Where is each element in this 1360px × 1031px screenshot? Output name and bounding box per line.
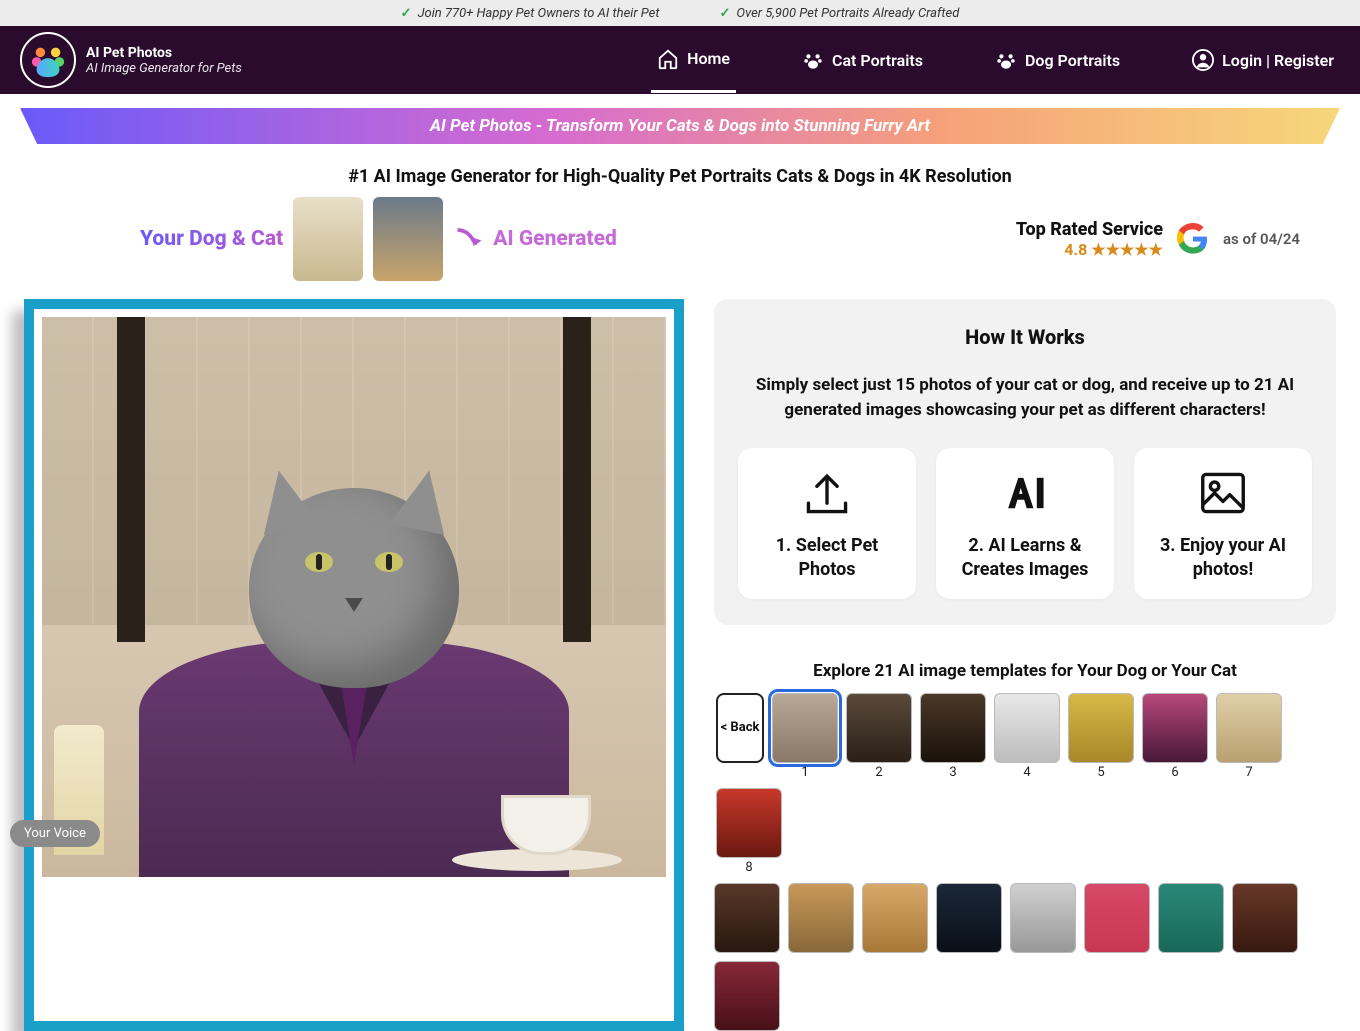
template-6[interactable]: 6 [1142, 693, 1208, 780]
rating-asof: as of 04/24 [1223, 230, 1300, 248]
sample-cat-thumb [373, 197, 443, 281]
preview-strip: Your Dog & Cat AI Generated [60, 197, 617, 281]
paw-icon [802, 49, 824, 71]
nav-cat-portraits[interactable]: Cat Portraits [796, 29, 929, 91]
brand-title: AI Pet Photos [86, 45, 242, 61]
template-16[interactable] [1232, 883, 1298, 953]
image-icon [1194, 515, 1252, 534]
hero-image-frame [24, 299, 684, 1031]
template-13[interactable] [1010, 883, 1076, 953]
checkmark-icon: ✓ [720, 6, 731, 21]
nav-home[interactable]: Home [651, 28, 736, 93]
brand[interactable]: AI Pet Photos AI Image Generator for Pet… [20, 32, 242, 88]
paw-icon [995, 49, 1017, 71]
template-5[interactable]: 5 [1068, 693, 1134, 780]
step-card-2: 2. AI Learns & Creates Images [936, 448, 1114, 599]
nav-dog-portraits[interactable]: Dog Portraits [989, 29, 1126, 91]
sample-dog-thumb [293, 197, 363, 281]
arrow-right-icon [453, 221, 483, 257]
template-2[interactable]: 2 [846, 693, 912, 780]
ai-generated-label: AI Generated [493, 227, 617, 251]
top-notice-2: ✓Over 5,900 Pet Portraits Already Crafte… [720, 6, 960, 21]
brand-subtitle: AI Image Generator for Pets [86, 61, 242, 76]
rating-title: Top Rated Service [1016, 219, 1163, 240]
nav-cat-label: Cat Portraits [832, 51, 923, 70]
hero-image [42, 317, 666, 877]
templates-title: Explore 21 AI image templates for Your D… [714, 661, 1336, 681]
template-14[interactable] [1084, 883, 1150, 953]
template-8[interactable]: 8 [716, 788, 782, 875]
google-icon [1177, 223, 1209, 255]
template-4[interactable]: 4 [994, 693, 1060, 780]
top-notice-bar: ✓Join 770+ Happy Pet Owners to AI their … [0, 0, 1360, 26]
hiw-description: Simply select just 15 photos of your cat… [738, 373, 1312, 422]
template-17[interactable] [714, 961, 780, 1031]
templates-back-button[interactable]: < Back [716, 693, 764, 780]
how-it-works-card: How It Works Simply select just 15 photo… [714, 299, 1336, 625]
your-pet-label: Your Dog & Cat [140, 227, 283, 251]
page-headline: #1 AI Image Generator for High-Quality P… [0, 144, 1360, 197]
nav-dog-label: Dog Portraits [1025, 51, 1120, 70]
template-3[interactable]: 3 [920, 693, 986, 780]
hiw-title: How It Works [738, 325, 1312, 349]
home-icon [657, 48, 679, 70]
step-card-3: 3. Enjoy your AI photos! [1134, 448, 1312, 599]
templates-grid-row2 [714, 883, 1336, 1031]
nav-login[interactable]: Login | Register [1186, 29, 1340, 91]
nav-home-label: Home [687, 49, 730, 68]
template-11[interactable] [862, 883, 928, 953]
main-nav: AI Pet Photos AI Image Generator for Pet… [0, 26, 1360, 94]
upload-icon [798, 515, 856, 534]
templates-grid: < Back 1 2 3 4 5 6 7 8 [714, 693, 1336, 875]
template-9[interactable] [714, 883, 780, 953]
hero-banner: AI Pet Photos - Transform Your Cats & Do… [20, 108, 1340, 144]
template-1[interactable]: 1 [772, 693, 838, 780]
template-7[interactable]: 7 [1216, 693, 1282, 780]
feedback-button[interactable]: Your Voice [10, 820, 100, 847]
template-10[interactable] [788, 883, 854, 953]
rating-score: 4.8 ★★★★★ [1016, 240, 1163, 259]
top-notice-1: ✓Join 770+ Happy Pet Owners to AI their … [401, 6, 660, 21]
nav-login-label: Login | Register [1222, 51, 1334, 70]
user-icon [1192, 49, 1214, 71]
ai-icon [996, 515, 1054, 534]
template-12[interactable] [936, 883, 1002, 953]
checkmark-icon: ✓ [401, 6, 412, 21]
rating-block: Top Rated Service 4.8 ★★★★★ as of 04/24 [1016, 219, 1300, 259]
logo-icon [20, 32, 76, 88]
step-card-1: 1. Select Pet Photos [738, 448, 916, 599]
template-15[interactable] [1158, 883, 1224, 953]
